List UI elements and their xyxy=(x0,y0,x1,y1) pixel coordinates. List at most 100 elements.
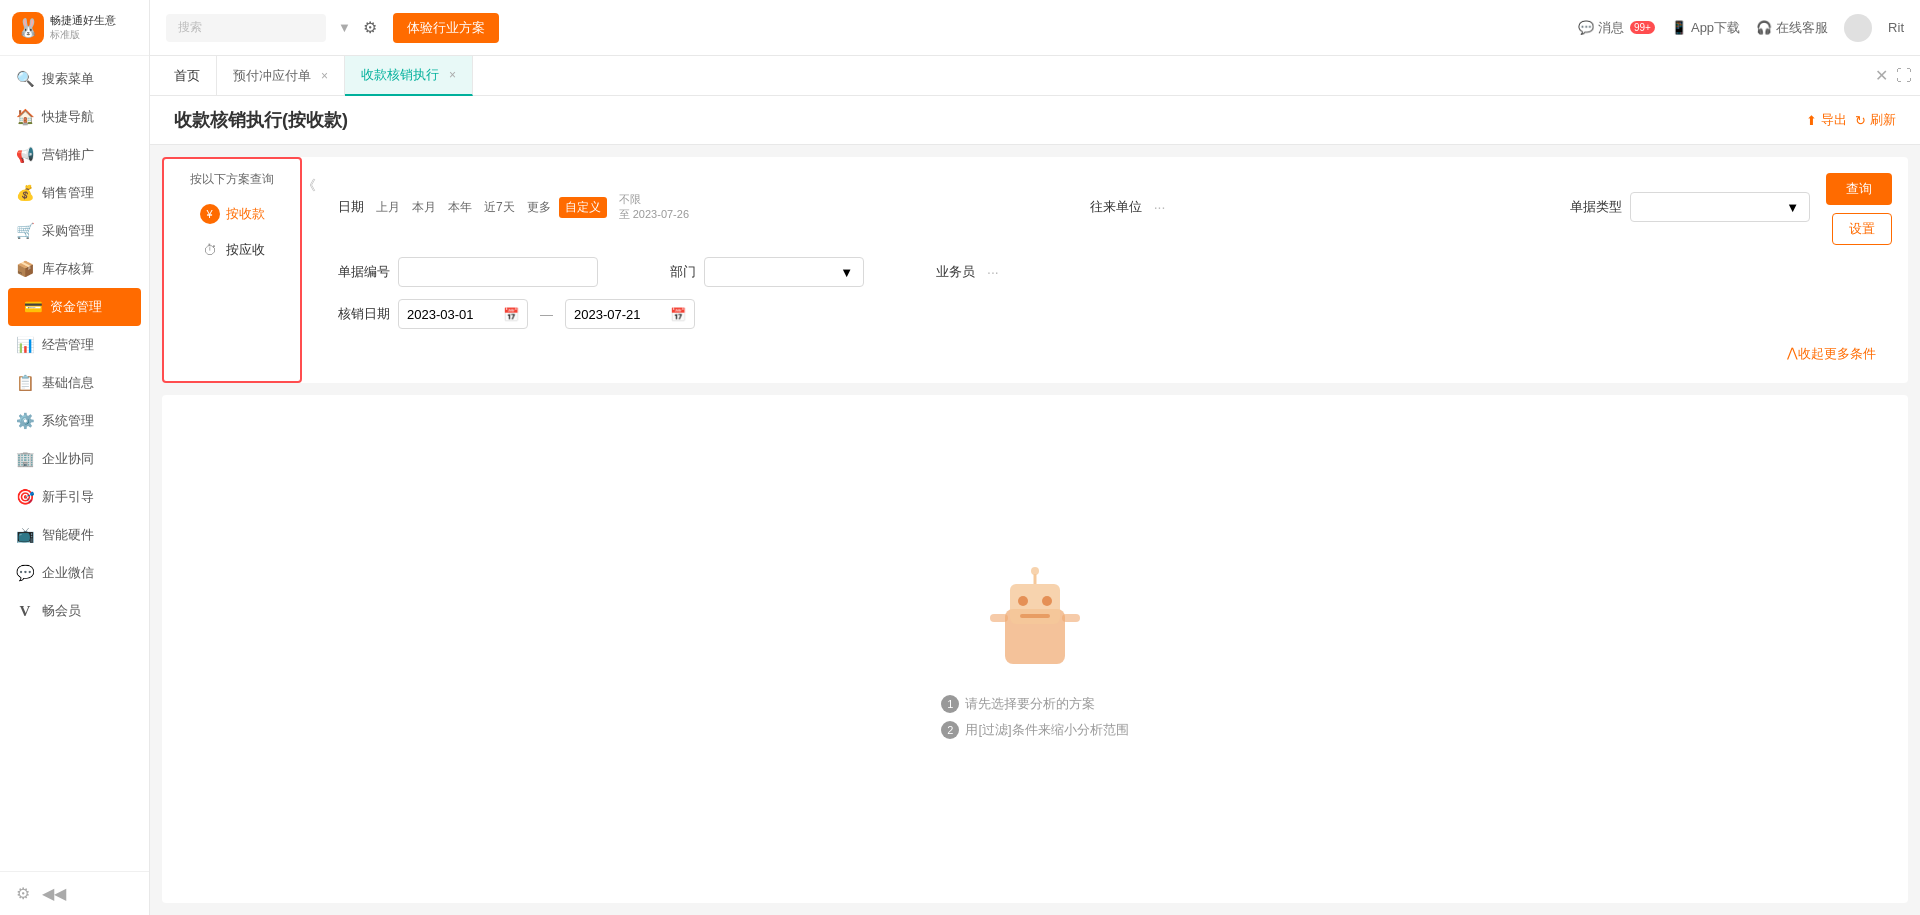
message-label: 消息 xyxy=(1598,19,1624,37)
tab-receivable-close-icon[interactable]: × xyxy=(449,68,456,82)
settings-icon[interactable]: ⚙ xyxy=(16,884,30,903)
sidebar-item-basic[interactable]: 📋 基础信息 xyxy=(0,364,149,402)
dropdown-icon[interactable]: ▼ xyxy=(338,20,351,35)
collapse-sidebar-icon[interactable]: ◀◀ xyxy=(42,884,66,903)
date-shortcuts-group: 上月 本月 本年 近7天 更多 自定义 xyxy=(372,197,607,218)
sidebar-item-label: 资金管理 xyxy=(50,298,102,316)
writeoff-end-value: 2023-07-21 xyxy=(574,307,641,322)
online-service-action[interactable]: 🎧 在线客服 xyxy=(1756,19,1828,37)
sidebar-item-inventory[interactable]: 📦 库存核算 xyxy=(0,250,149,288)
sidebar-item-label: 快捷导航 xyxy=(42,108,94,126)
sidebar-item-finance[interactable]: 💳 资金管理 xyxy=(8,288,141,326)
bill-no-input[interactable] xyxy=(398,257,598,287)
user-avatar xyxy=(1844,14,1872,42)
filter-collapse-button[interactable]: 《 xyxy=(302,157,322,383)
date-field: 日期 上月 本月 本年 近7天 更多 自定义 不限 至 2023-07-26 xyxy=(338,192,689,222)
close-tab-icon[interactable]: ✕ xyxy=(1875,66,1888,85)
enterprise-icon: 🏢 xyxy=(16,450,34,468)
partner-dots: ··· xyxy=(1154,199,1166,215)
date-label: 日期 xyxy=(338,198,364,216)
header-search-box[interactable]: 搜索 xyxy=(166,14,326,42)
guide-icon: 🎯 xyxy=(16,488,34,506)
writeoff-end-input[interactable]: 2023-07-21 📅 xyxy=(565,299,695,329)
step-2-text: 用[过滤]条件来缩小分析范围 xyxy=(965,721,1128,739)
export-icon: ⬆ xyxy=(1806,113,1817,128)
tab-receivable[interactable]: 收款核销执行 × xyxy=(345,56,473,96)
refresh-icon: ↻ xyxy=(1855,113,1866,128)
setting-button[interactable]: 设置 xyxy=(1832,213,1892,245)
dept-label: 部门 xyxy=(670,263,696,281)
step-1-num: 1 xyxy=(941,695,959,713)
bill-type-select[interactable]: ▼ xyxy=(1630,192,1810,222)
filter-main: 日期 上月 本月 本年 近7天 更多 自定义 不限 至 2023-07-26 xyxy=(322,157,1908,383)
this-month-shortcut[interactable]: 本月 xyxy=(408,197,440,218)
bill-type-label: 单据类型 xyxy=(1570,198,1622,216)
sidebar-item-label: 企业协同 xyxy=(42,450,94,468)
industry-solution-button[interactable]: 体验行业方案 xyxy=(393,13,499,43)
sidebar-item-label: 经营管理 xyxy=(42,336,94,354)
collapse-more-btn[interactable]: ⋀ 收起更多条件 xyxy=(338,341,1892,371)
export-button[interactable]: ⬆ 导出 xyxy=(1806,111,1847,129)
sidebar-item-label: 搜索菜单 xyxy=(42,70,94,88)
filter-option-by-receivable[interactable]: ⏱ 按应收 xyxy=(164,232,300,268)
filter-area: 按以下方案查询 ¥ 按收款 ⏱ 按应收 《 xyxy=(162,157,1908,383)
svg-rect-8 xyxy=(1062,614,1080,622)
empty-steps: 1 请先选择要分析的方案 2 用[过滤]条件来缩小分析范围 xyxy=(941,695,1128,739)
filter-option-by-receipt[interactable]: ¥ 按收款 xyxy=(164,196,300,232)
user-name: Rit xyxy=(1888,20,1904,35)
marketing-icon: 📢 xyxy=(16,146,34,164)
writeoff-date-field: 核销日期 2023-03-01 📅 — 2023-07-21 📅 xyxy=(338,299,695,329)
last-7days-shortcut[interactable]: 近7天 xyxy=(480,197,519,218)
expand-tab-icon[interactable]: ⛶ xyxy=(1896,67,1912,85)
app-logo: 🐰 畅捷通好生意 标准版 xyxy=(0,0,149,56)
tab-prepay-close-icon[interactable]: × xyxy=(321,69,328,83)
collapse-icon: 《 xyxy=(302,177,316,195)
sidebar-item-search[interactable]: 🔍 搜索菜单 xyxy=(0,60,149,98)
empty-step-1: 1 请先选择要分析的方案 xyxy=(941,695,1095,713)
sidebar-item-wechat[interactable]: 💬 企业微信 xyxy=(0,554,149,592)
purchase-icon: 🛒 xyxy=(16,222,34,240)
sidebar-item-guide[interactable]: 🎯 新手引导 xyxy=(0,478,149,516)
sidebar-item-system[interactable]: ⚙️ 系统管理 xyxy=(0,402,149,440)
sidebar-item-shortcuts[interactable]: 🏠 快捷导航 xyxy=(0,98,149,136)
tab-prepay[interactable]: 预付冲应付单 × xyxy=(217,56,345,96)
inventory-icon: 📦 xyxy=(16,260,34,278)
app-download-action[interactable]: 📱 App下载 xyxy=(1671,19,1740,37)
bill-no-label: 单据编号 xyxy=(338,263,390,281)
filter-row-2: 单据编号 部门 ▼ 业务员 xyxy=(338,257,1892,287)
top-header: 搜索 ▼ ⚙ 体验行业方案 💬 消息 99+ 📱 App下载 🎧 在线客服 Ri… xyxy=(150,0,1920,56)
writeoff-start-input[interactable]: 2023-03-01 📅 xyxy=(398,299,528,329)
chevron-down-icon: ▼ xyxy=(1786,200,1799,215)
sidebar-item-label: 基础信息 xyxy=(42,374,94,392)
date-not-limit: 不限 至 2023-07-26 xyxy=(619,192,689,222)
query-button[interactable]: 查询 xyxy=(1826,173,1892,205)
sidebar-item-purchase[interactable]: 🛒 采购管理 xyxy=(0,212,149,250)
sidebar-item-hardware[interactable]: 📺 智能硬件 xyxy=(0,516,149,554)
more-shortcut[interactable]: 更多 xyxy=(523,197,555,218)
basic-icon: 📋 xyxy=(16,374,34,392)
svg-point-2 xyxy=(1018,596,1028,606)
sidebar-nav: 🔍 搜索菜单 🏠 快捷导航 📢 营销推广 💰 销售管理 🛒 采购管理 📦 库存核… xyxy=(0,56,149,871)
tab-home[interactable]: 首页 xyxy=(158,56,217,96)
sidebar-item-member[interactable]: V 畅会员 xyxy=(0,592,149,630)
message-action[interactable]: 💬 消息 99+ xyxy=(1578,19,1655,37)
sidebar-item-enterprise[interactable]: 🏢 企业协同 xyxy=(0,440,149,478)
partner-field: 往来单位 ··· xyxy=(1090,198,1170,216)
dept-select[interactable]: ▼ xyxy=(704,257,864,287)
sidebar-item-operation[interactable]: 📊 经营管理 xyxy=(0,326,149,364)
sidebar-item-marketing[interactable]: 📢 营销推广 xyxy=(0,136,149,174)
app-download-label: App下载 xyxy=(1691,19,1740,37)
refresh-button[interactable]: ↻ 刷新 xyxy=(1855,111,1896,129)
custom-shortcut[interactable]: 自定义 xyxy=(559,197,607,218)
bill-no-field: 单据编号 xyxy=(338,257,598,287)
this-year-shortcut[interactable]: 本年 xyxy=(444,197,476,218)
sidebar-item-label: 销售管理 xyxy=(42,184,94,202)
hardware-icon: 📺 xyxy=(16,526,34,544)
sidebar-item-label: 库存核算 xyxy=(42,260,94,278)
settings-gear-icon[interactable]: ⚙ xyxy=(363,18,377,37)
sidebar-bottom: ⚙ ◀◀ xyxy=(0,871,149,915)
writeoff-start-value: 2023-03-01 xyxy=(407,307,474,322)
sidebar-item-sales[interactable]: 💰 销售管理 xyxy=(0,174,149,212)
logo-icon: 🐰 xyxy=(12,12,44,44)
last-month-shortcut[interactable]: 上月 xyxy=(372,197,404,218)
